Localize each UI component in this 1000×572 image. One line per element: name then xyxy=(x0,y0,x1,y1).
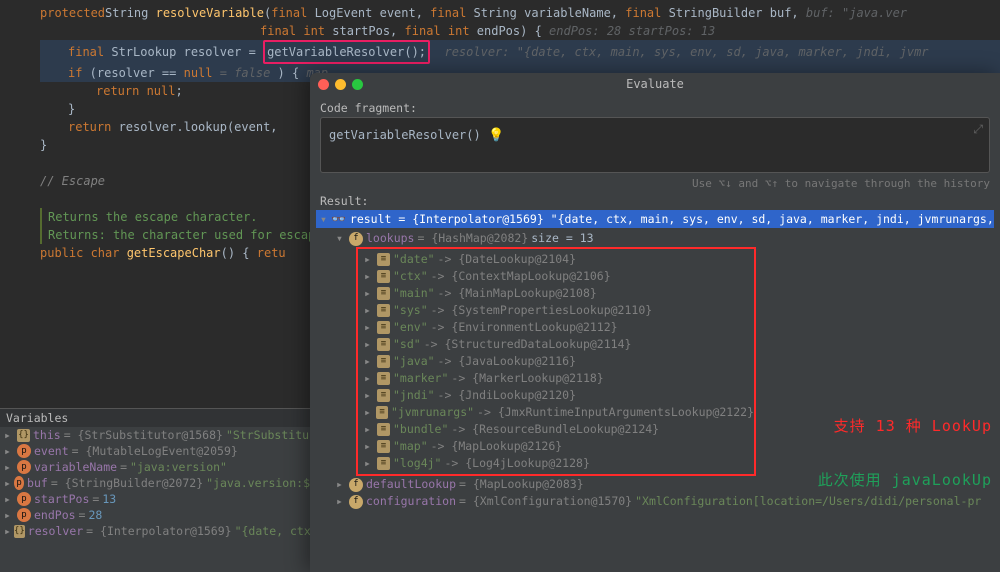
entry-icon: ≡ xyxy=(377,457,390,470)
map-entry-row[interactable]: ▸≡"ctx" -> {ContextMapLookup@2106} xyxy=(358,268,754,285)
chevron-right-icon[interactable]: ▸ xyxy=(364,353,374,370)
tree-row-lookups[interactable]: ▾ f lookups = {HashMap@2082} size = 13 xyxy=(320,230,990,247)
field-icon: f xyxy=(349,478,363,492)
entry-icon: ≡ xyxy=(376,406,388,419)
variable-row[interactable]: ▸pstartPos = 13 xyxy=(0,491,310,507)
chevron-right-icon[interactable]: ▸ xyxy=(364,404,373,421)
variable-row[interactable]: ▸{}this = {StrSubstitutor@1568} "StrSubs… xyxy=(0,427,310,443)
chevron-right-icon[interactable]: ▸ xyxy=(364,455,374,472)
annotation-lookup-count: 支持 13 种 LookUp xyxy=(834,415,992,436)
map-entry-row[interactable]: ▸≡"marker" -> {MarkerLookup@2118} xyxy=(358,370,754,387)
chevron-right-icon[interactable]: ▸ xyxy=(364,387,374,404)
parameter-icon: p xyxy=(17,508,31,522)
chevron-right-icon[interactable]: ▸ xyxy=(364,370,374,387)
entry-icon: ≡ xyxy=(377,321,390,334)
code-line: protectedString resolveVariable(final Lo… xyxy=(40,4,1000,22)
map-entry-row[interactable]: ▸≡"java" -> {JavaLookup@2116} xyxy=(358,353,754,370)
entry-icon: ≡ xyxy=(377,355,390,368)
map-entry-row[interactable]: ▸≡"map" -> {MapLookup@2126} xyxy=(358,438,754,455)
chevron-down-icon[interactable]: ▾ xyxy=(336,230,346,247)
tree-row-configuration[interactable]: ▸ f configuration = {XmlConfiguration@15… xyxy=(320,493,990,510)
entry-icon: ≡ xyxy=(377,287,390,300)
parameter-icon: p xyxy=(17,460,31,474)
chevron-right-icon[interactable]: ▸ xyxy=(364,251,374,268)
parameter-icon: p xyxy=(17,492,31,506)
highlighted-entries: ▸≡"date" -> {DateLookup@2104}▸≡"ctx" -> … xyxy=(356,247,756,476)
parameter-icon: p xyxy=(17,444,31,458)
highlighted-call: getVariableResolver(); xyxy=(263,40,430,64)
watch-icon: 👓 xyxy=(331,212,346,226)
map-entry-row[interactable]: ▸≡"bundle" -> {ResourceBundleLookup@2124… xyxy=(358,421,754,438)
entry-icon: ≡ xyxy=(377,270,390,283)
code-line: final int startPos, final int endPos) { … xyxy=(40,22,1000,40)
entry-icon: ≡ xyxy=(377,372,390,385)
navigation-hint: Use ⌥↓ and ⌥↑ to navigate through the hi… xyxy=(320,173,990,194)
chevron-right-icon[interactable]: ▸ xyxy=(4,508,14,522)
chevron-right-icon[interactable]: ▸ xyxy=(364,319,374,336)
chevron-right-icon[interactable]: ▸ xyxy=(4,428,14,442)
entry-icon: ≡ xyxy=(377,304,390,317)
result-root-row[interactable]: ▾ 👓 result = {Interpolator@1569} "{date,… xyxy=(316,210,994,228)
entry-icon: ≡ xyxy=(377,440,390,453)
chevron-right-icon[interactable]: ▸ xyxy=(364,268,374,285)
variable-row[interactable]: ▸pendPos = 28 xyxy=(0,507,310,523)
result-label: Result: xyxy=(320,194,990,208)
map-entry-row[interactable]: ▸≡"sys" -> {SystemPropertiesLookup@2110} xyxy=(358,302,754,319)
expression-input[interactable]: getVariableResolver() 💡 ⤢ xyxy=(320,117,990,173)
object-icon: {} xyxy=(14,525,25,538)
field-icon: f xyxy=(349,495,363,509)
chevron-right-icon[interactable]: ▸ xyxy=(364,438,374,455)
chevron-right-icon[interactable]: ▸ xyxy=(364,285,374,302)
dialog-titlebar[interactable]: Evaluate xyxy=(310,73,1000,95)
entry-icon: ≡ xyxy=(377,389,390,402)
variable-row[interactable]: ▸{}resolver = {Interpolator@1569} "{date… xyxy=(0,523,310,539)
chevron-right-icon[interactable]: ▸ xyxy=(364,302,374,319)
chevron-right-icon[interactable]: ▸ xyxy=(4,476,11,490)
bulb-icon[interactable]: 💡 xyxy=(488,128,504,143)
entry-icon: ≡ xyxy=(377,423,390,436)
field-icon: f xyxy=(349,232,363,246)
chevron-right-icon[interactable]: ▸ xyxy=(4,524,11,538)
object-icon: {} xyxy=(17,429,30,442)
evaluate-dialog[interactable]: Evaluate Code fragment: getVariableResol… xyxy=(310,73,1000,572)
map-entry-row[interactable]: ▸≡"jvmrunargs" -> {JmxRuntimeInputArgume… xyxy=(358,404,754,421)
parameter-icon: p xyxy=(14,476,24,490)
map-entry-row[interactable]: ▸≡"sd" -> {StructuredDataLookup@2114} xyxy=(358,336,754,353)
chevron-right-icon[interactable]: ▸ xyxy=(4,444,14,458)
chevron-right-icon[interactable]: ▸ xyxy=(364,421,374,438)
variables-header: Variables xyxy=(0,409,310,427)
annotation-current-lookup: 此次使用 javaLookUp xyxy=(818,469,992,490)
code-fragment-label: Code fragment: xyxy=(320,101,990,115)
map-entry-row[interactable]: ▸≡"jndi" -> {JndiLookup@2120} xyxy=(358,387,754,404)
map-entry-row[interactable]: ▸≡"date" -> {DateLookup@2104} xyxy=(358,251,754,268)
chevron-right-icon[interactable]: ▸ xyxy=(4,460,14,474)
entry-icon: ≡ xyxy=(377,338,390,351)
chevron-right-icon[interactable]: ▸ xyxy=(336,493,346,510)
variables-panel: Variables ▸{}this = {StrSubstitutor@1568… xyxy=(0,408,310,572)
chevron-down-icon[interactable]: ▾ xyxy=(320,212,327,226)
variable-row[interactable]: ▸pevent = {MutableLogEvent@2059} xyxy=(0,443,310,459)
expand-icon[interactable]: ⤢ xyxy=(973,122,983,137)
code-line-highlighted: final StrLookup resolver = getVariableRe… xyxy=(40,40,1000,64)
map-entry-row[interactable]: ▸≡"log4j" -> {Log4jLookup@2128} xyxy=(358,455,754,472)
map-entry-row[interactable]: ▸≡"env" -> {EnvironmentLookup@2112} xyxy=(358,319,754,336)
dialog-title: Evaluate xyxy=(310,77,1000,91)
chevron-right-icon[interactable]: ▸ xyxy=(4,492,14,506)
chevron-right-icon[interactable]: ▸ xyxy=(336,476,346,493)
result-tree[interactable]: ▾ 👓 result = {Interpolator@1569} "{date,… xyxy=(310,210,1000,572)
map-entry-row[interactable]: ▸≡"main" -> {MainMapLookup@2108} xyxy=(358,285,754,302)
chevron-right-icon[interactable]: ▸ xyxy=(364,336,374,353)
variable-row[interactable]: ▸pvariableName = "java:version" xyxy=(0,459,310,475)
variable-row[interactable]: ▸pbuf = {StringBuilder@2072} "java.versi… xyxy=(0,475,310,491)
entry-icon: ≡ xyxy=(377,253,390,266)
